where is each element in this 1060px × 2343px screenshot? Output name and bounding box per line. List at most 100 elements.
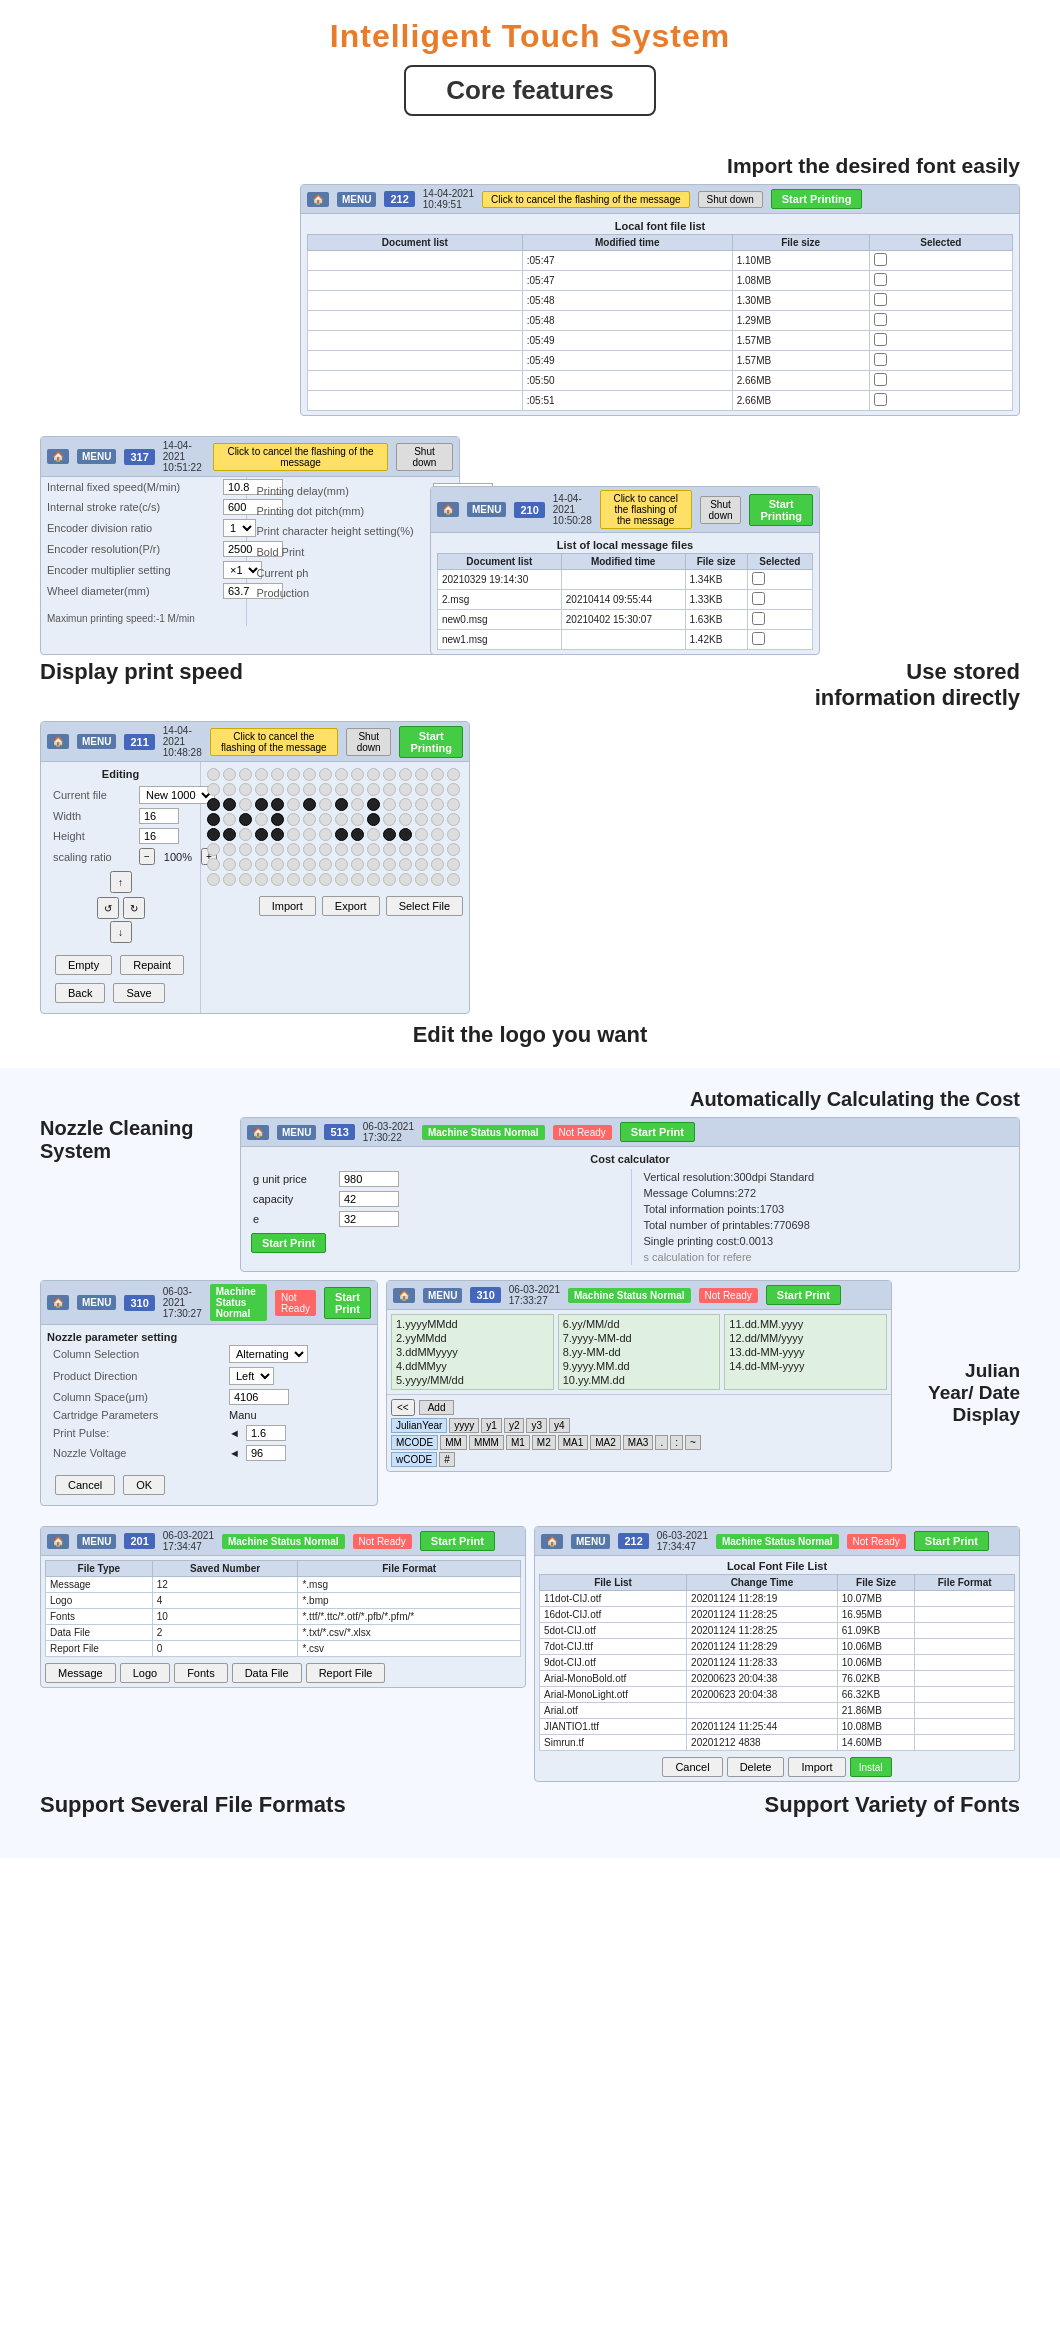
btn-ft-data[interactable]: Data File bbox=[232, 1663, 302, 1683]
btn-ft-fonts[interactable]: Fonts bbox=[174, 1663, 228, 1683]
btn-y1[interactable]: y1 bbox=[481, 1418, 502, 1433]
ft-row-3: Fonts10*.ttf/*.ttc/*.otf/*.pfb/*.pfm/* bbox=[46, 1609, 521, 1625]
height-input[interactable] bbox=[139, 828, 179, 844]
btn-ok-nozzle[interactable]: OK bbox=[123, 1475, 165, 1495]
font-check-5[interactable] bbox=[874, 333, 887, 346]
btn-fonts-import[interactable]: Import bbox=[788, 1757, 845, 1777]
btn-start-msg[interactable]: Start Printing bbox=[749, 494, 813, 526]
width-input[interactable] bbox=[139, 808, 179, 824]
btn-ma1[interactable]: MA1 bbox=[558, 1435, 589, 1450]
btn-cancel-msg[interactable]: Click to cancel the flashing of the mess… bbox=[600, 490, 692, 529]
btn-fonts-cancel[interactable]: Cancel bbox=[662, 1757, 722, 1777]
btn-save[interactable]: Save bbox=[113, 983, 164, 1003]
status-cost: Machine Status Normal bbox=[422, 1125, 545, 1140]
btn-dot[interactable]: . bbox=[655, 1435, 668, 1450]
msg-check-2[interactable] bbox=[752, 592, 765, 605]
btn-ma3[interactable]: MA3 bbox=[623, 1435, 654, 1450]
font-row-3: :05:481.30MB bbox=[308, 291, 1013, 311]
font-check-1[interactable] bbox=[874, 253, 887, 266]
btn-back[interactable]: Back bbox=[55, 983, 105, 1003]
btn-mm[interactable]: MM bbox=[440, 1435, 467, 1450]
btn-tilde[interactable]: ~ bbox=[685, 1435, 701, 1450]
btn-y4[interactable]: y4 bbox=[549, 1418, 570, 1433]
btn-m2[interactable]: M2 bbox=[532, 1435, 556, 1450]
btn-import-edit[interactable]: Import bbox=[259, 896, 316, 916]
ink-price-input[interactable] bbox=[339, 1171, 399, 1187]
btn-mcode[interactable]: MCODE bbox=[391, 1435, 438, 1450]
btn-shutdown-edit[interactable]: Shut down bbox=[346, 728, 391, 756]
capacity-input[interactable] bbox=[339, 1191, 399, 1207]
btn-yyyy[interactable]: yyyy bbox=[449, 1418, 479, 1433]
btn-start-cost2[interactable]: Start Print bbox=[251, 1233, 326, 1253]
colspace-nozzle-input[interactable] bbox=[229, 1389, 289, 1405]
menu-num-cost: 513 bbox=[324, 1124, 354, 1140]
panel-font-import: 🏠 MENU 212 14-04-202110:49:51 Click to c… bbox=[300, 184, 1020, 416]
btn-fonts-install[interactable]: Instal bbox=[850, 1757, 892, 1777]
btn-start-cost[interactable]: Start Print bbox=[620, 1122, 695, 1142]
btn-start-cal[interactable]: Start Print bbox=[766, 1285, 841, 1305]
fonts-row-2: 16dot-CIJ.otf20201124 11:28:2516.95MB bbox=[540, 1607, 1015, 1623]
font-check-8[interactable] bbox=[874, 393, 887, 406]
btn-select-file-edit[interactable]: Select File bbox=[386, 896, 463, 916]
ctrl-btn-1[interactable]: ↑ bbox=[110, 871, 132, 893]
font-row-5: :05:491.57MB bbox=[308, 331, 1013, 351]
datetime-ft: 06-03-202117:34:47 bbox=[163, 1530, 214, 1552]
btn-shutdown-font[interactable]: Shut down bbox=[698, 191, 763, 208]
btn-shutdown-speed[interactable]: Shut down bbox=[396, 443, 453, 471]
btn-colon[interactable]: : bbox=[670, 1435, 683, 1450]
msg-check-3[interactable] bbox=[752, 612, 765, 625]
btn-add-cal[interactable]: Add bbox=[419, 1400, 455, 1415]
scale-minus[interactable]: − bbox=[139, 848, 155, 865]
ctrl-btn-2[interactable]: ↺ bbox=[97, 897, 119, 919]
menu-label-cal: MENU bbox=[423, 1288, 462, 1303]
btn-m1[interactable]: M1 bbox=[506, 1435, 530, 1450]
font-check-7[interactable] bbox=[874, 373, 887, 386]
font-check-3[interactable] bbox=[874, 293, 887, 306]
btn-y3[interactable]: y3 bbox=[526, 1418, 547, 1433]
btn-ft-report[interactable]: Report File bbox=[306, 1663, 386, 1683]
btn-ma2[interactable]: MA2 bbox=[590, 1435, 621, 1450]
btn-start-font[interactable]: Start Printing bbox=[771, 189, 863, 209]
voltage-nozzle-input[interactable] bbox=[246, 1445, 286, 1461]
menu-icon-fonts: 🏠 bbox=[541, 1534, 563, 1549]
font-check-6[interactable] bbox=[874, 353, 887, 366]
font-row-4: :05:481.29MB bbox=[308, 311, 1013, 331]
btn-start-nozzle[interactable]: Start Print bbox=[324, 1287, 371, 1319]
col-sel-msg: Selected bbox=[747, 554, 812, 570]
btn-cancel-font[interactable]: Click to cancel the flashing of the mess… bbox=[482, 191, 690, 208]
col-sel-nozzle-select[interactable]: Alternating bbox=[229, 1345, 308, 1363]
label-nozzle: Nozzle Cleaning System bbox=[40, 1117, 240, 1163]
ft-row-1: Message12*.msg bbox=[46, 1577, 521, 1593]
btn-wcode[interactable]: wCODE bbox=[391, 1452, 437, 1467]
dir-nozzle-select[interactable]: Left bbox=[229, 1367, 274, 1385]
btn-arrows-cal[interactable]: << bbox=[391, 1399, 415, 1416]
btn-cancel-edit[interactable]: Click to cancel the flashing of the mess… bbox=[210, 728, 338, 756]
btn-cancel-speed[interactable]: Click to cancel the flashing of the mess… bbox=[213, 443, 388, 471]
msg-check-1[interactable] bbox=[752, 572, 765, 585]
btn-ft-msg[interactable]: Message bbox=[45, 1663, 116, 1683]
third-input[interactable] bbox=[339, 1211, 399, 1227]
font-check-4[interactable] bbox=[874, 313, 887, 326]
height-label: Height bbox=[53, 830, 133, 842]
btn-hash[interactable]: # bbox=[439, 1452, 455, 1467]
btn-start-fonts[interactable]: Start Print bbox=[914, 1531, 989, 1551]
msg-row-1: 20210329 19:14:301.34KB bbox=[438, 570, 813, 590]
font-check-2[interactable] bbox=[874, 273, 887, 286]
msg-check-4[interactable] bbox=[752, 632, 765, 645]
btn-fonts-delete[interactable]: Delete bbox=[727, 1757, 785, 1777]
btn-shutdown-msg[interactable]: Shut down bbox=[700, 496, 742, 524]
btn-start-edit[interactable]: Start Printing bbox=[399, 726, 463, 758]
btn-julian[interactable]: JulianYear bbox=[391, 1418, 447, 1433]
btn-repaint[interactable]: Repaint bbox=[120, 955, 184, 975]
btn-start-ft[interactable]: Start Print bbox=[420, 1531, 495, 1551]
btn-y2[interactable]: y2 bbox=[504, 1418, 525, 1433]
btn-ft-logo[interactable]: Logo bbox=[120, 1663, 170, 1683]
ctrl-btn-4[interactable]: ↓ bbox=[110, 921, 132, 943]
btn-export-edit[interactable]: Export bbox=[322, 896, 380, 916]
btn-mmm[interactable]: MMM bbox=[469, 1435, 504, 1450]
btn-cancel-nozzle[interactable]: Cancel bbox=[55, 1475, 115, 1495]
btn-empty[interactable]: Empty bbox=[55, 955, 112, 975]
fonts-col-size: File Size bbox=[837, 1575, 915, 1591]
ctrl-btn-3[interactable]: ↻ bbox=[123, 897, 145, 919]
pulse-nozzle-input[interactable] bbox=[246, 1425, 286, 1441]
